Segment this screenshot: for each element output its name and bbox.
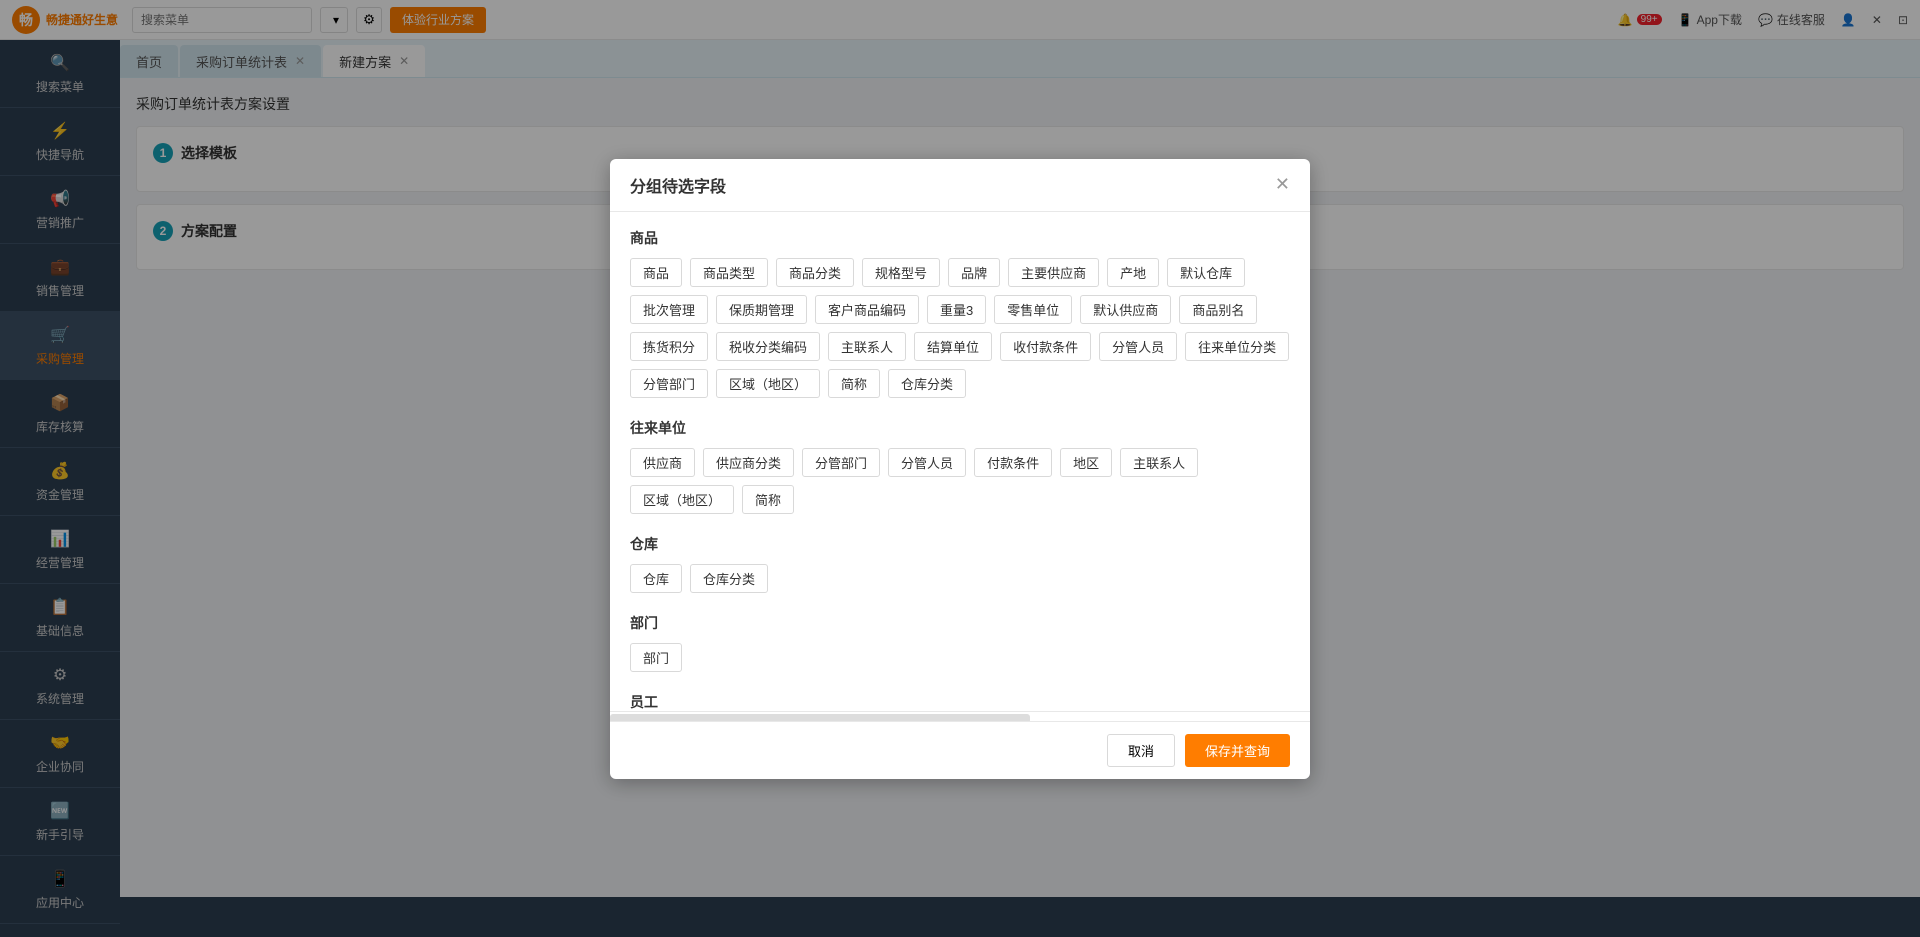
field-tag-main-supplier[interactable]: 主要供应商: [1008, 258, 1099, 287]
field-tag-default-supplier[interactable]: 默认供应商: [1080, 295, 1171, 324]
section-product: 商品 商品 商品类型 商品分类 规格型号 品牌 主要供应商 产地 默认仓库 批次…: [630, 228, 1290, 398]
field-tag-area[interactable]: 地区: [1060, 448, 1112, 477]
field-tag-pay-terms[interactable]: 付款条件: [974, 448, 1052, 477]
field-tag-short-name2[interactable]: 简称: [742, 485, 794, 514]
field-tag-quality-mgmt[interactable]: 保质期管理: [716, 295, 807, 324]
field-tag-short-name[interactable]: 简称: [828, 369, 880, 398]
modal-overlay: 分组待选字段 ✕ 商品 商品 商品类型 商品分类 规格型号 品牌 主要供应商 产…: [0, 0, 1920, 937]
field-tag-supplier-category[interactable]: 供应商分类: [703, 448, 794, 477]
field-tag-warehouse-category[interactable]: 仓库分类: [888, 369, 966, 398]
field-grid-department: 部门: [630, 643, 1290, 672]
field-tag-manage-person[interactable]: 分管人员: [888, 448, 966, 477]
field-tag-weight3[interactable]: 重量3: [927, 295, 986, 324]
field-tag-main-contact[interactable]: 主联系人: [1120, 448, 1198, 477]
section-partner: 往来单位 供应商 供应商分类 分管部门 分管人员 付款条件 地区 主联系人 区域…: [630, 418, 1290, 514]
modal-title: 分组待选字段: [630, 173, 726, 197]
section-employee: 员工 业务员: [630, 692, 1290, 712]
modal-hscroll[interactable]: [610, 711, 1310, 720]
field-grid-warehouse: 仓库 仓库分类: [630, 564, 1290, 593]
field-tag-tax-code[interactable]: 税收分类编码: [716, 332, 820, 361]
field-tag-warehouse[interactable]: 仓库: [630, 564, 682, 593]
field-tag-origin[interactable]: 产地: [1107, 258, 1159, 287]
field-tag-supplier[interactable]: 供应商: [630, 448, 695, 477]
field-tag-warehouse-cat[interactable]: 仓库分类: [690, 564, 768, 593]
modal-header: 分组待选字段 ✕: [610, 159, 1310, 212]
field-tag-batch-mgmt[interactable]: 批次管理: [630, 295, 708, 324]
field-tag-default-warehouse[interactable]: 默认仓库: [1167, 258, 1245, 287]
field-tag-dept-managed[interactable]: 分管部门: [630, 369, 708, 398]
section-title-employee: 员工: [630, 692, 1290, 712]
field-tag-brand[interactable]: 品牌: [948, 258, 1000, 287]
section-department: 部门 部门: [630, 613, 1290, 672]
field-tag-pick-score[interactable]: 拣货积分: [630, 332, 708, 361]
modal-hscroll-thumb: [610, 714, 1030, 720]
field-tag-product-type[interactable]: 商品类型: [690, 258, 768, 287]
save-button[interactable]: 保存并查询: [1185, 734, 1290, 767]
modal-body: 商品 商品 商品类型 商品分类 规格型号 品牌 主要供应商 产地 默认仓库 批次…: [610, 212, 1310, 712]
section-title-product: 商品: [630, 228, 1290, 248]
field-tag-retail-unit[interactable]: 零售单位: [994, 295, 1072, 324]
field-tag-manage-dept[interactable]: 分管部门: [802, 448, 880, 477]
cancel-button[interactable]: 取消: [1107, 734, 1175, 767]
modal: 分组待选字段 ✕ 商品 商品 商品类型 商品分类 规格型号 品牌 主要供应商 产…: [610, 159, 1310, 779]
modal-close-button[interactable]: ✕: [1275, 174, 1290, 195]
field-tag-region2[interactable]: 区域（地区）: [630, 485, 734, 514]
field-grid-product: 商品 商品类型 商品分类 规格型号 品牌 主要供应商 产地 默认仓库 批次管理 …: [630, 258, 1290, 398]
section-title-department: 部门: [630, 613, 1290, 633]
field-tag-region[interactable]: 区域（地区）: [716, 369, 820, 398]
section-title-warehouse: 仓库: [630, 534, 1290, 554]
field-tag-product-category[interactable]: 商品分类: [776, 258, 854, 287]
modal-footer: 取消 保存并查询: [610, 721, 1310, 779]
field-grid-partner: 供应商 供应商分类 分管部门 分管人员 付款条件 地区 主联系人 区域（地区） …: [630, 448, 1290, 514]
field-tag-manager[interactable]: 分管人员: [1099, 332, 1177, 361]
field-tag-payment-terms[interactable]: 收付款条件: [1000, 332, 1091, 361]
field-tag-settle-unit[interactable]: 结算单位: [914, 332, 992, 361]
field-tag-contact[interactable]: 主联系人: [828, 332, 906, 361]
field-tag-spec-type[interactable]: 规格型号: [862, 258, 940, 287]
field-tag-product-alias[interactable]: 商品别名: [1179, 295, 1257, 324]
section-title-partner: 往来单位: [630, 418, 1290, 438]
field-tag-product[interactable]: 商品: [630, 258, 682, 287]
field-tag-source-unit-category[interactable]: 往来单位分类: [1185, 332, 1289, 361]
section-warehouse: 仓库 仓库 仓库分类: [630, 534, 1290, 593]
field-tag-dept[interactable]: 部门: [630, 643, 682, 672]
field-tag-customer-code[interactable]: 客户商品编码: [815, 295, 919, 324]
